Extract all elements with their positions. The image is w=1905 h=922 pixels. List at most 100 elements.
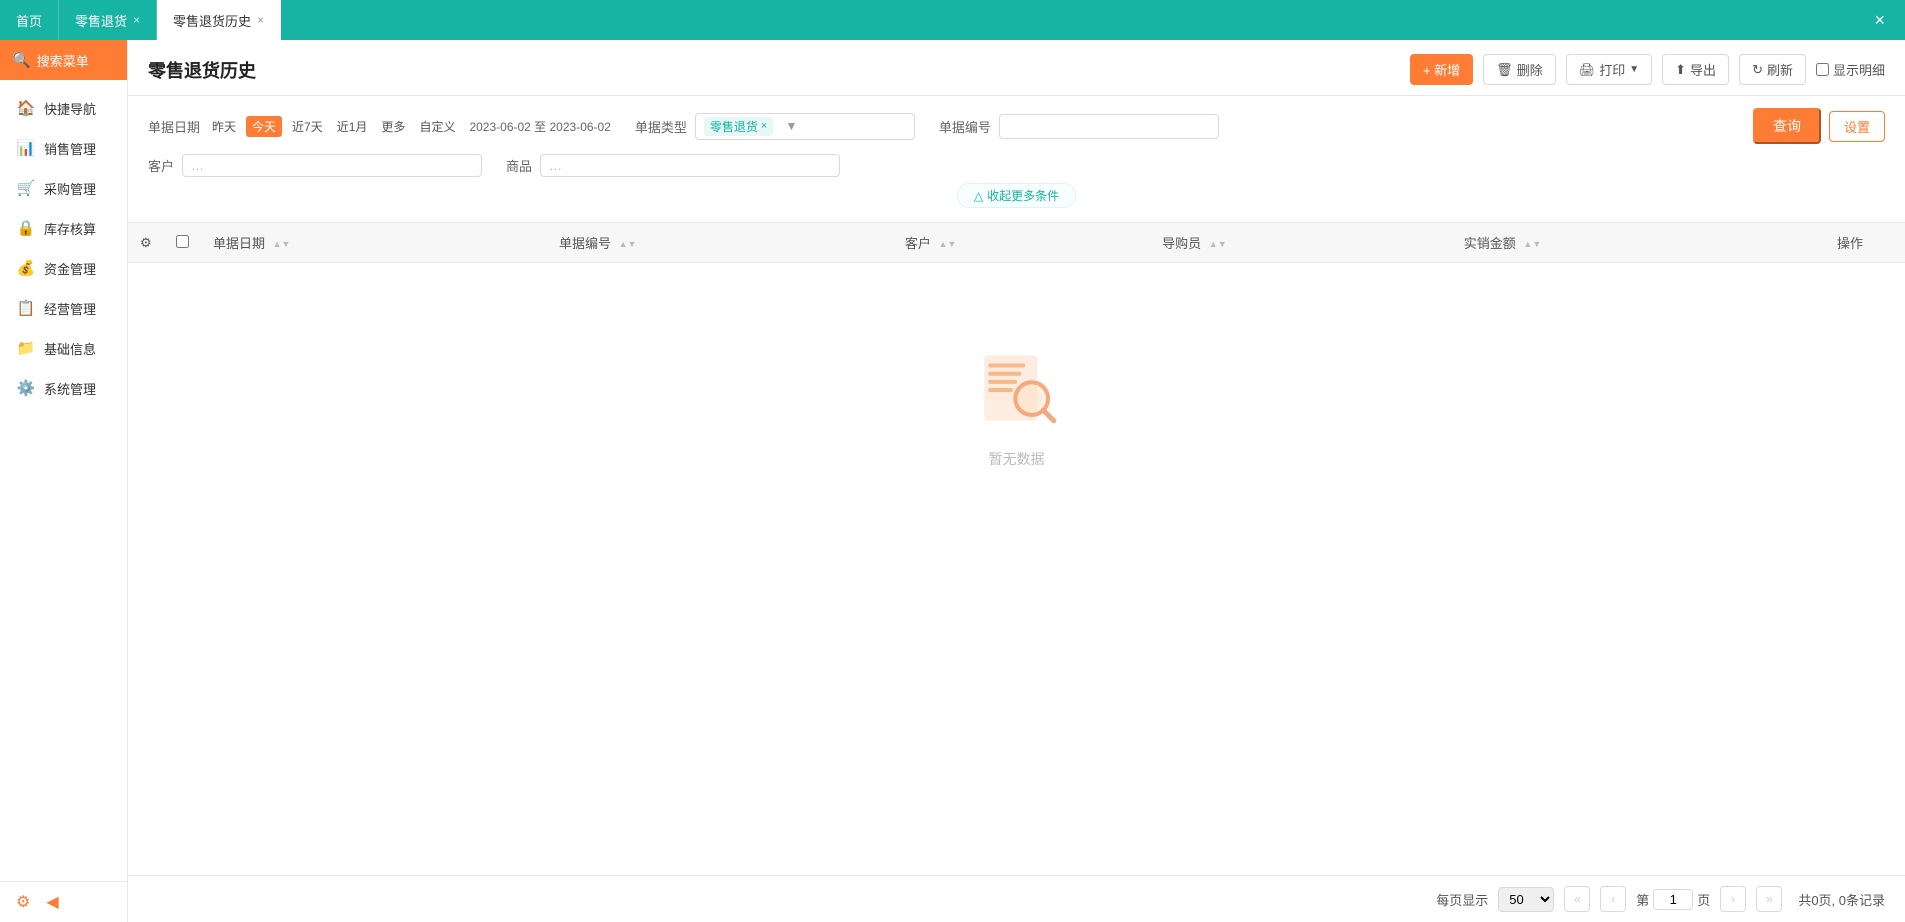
sidebar-item-sales-label: 销售管理 <box>44 139 96 158</box>
delete-button[interactable]: 🗑 删除 <box>1483 54 1556 85</box>
last-page-button[interactable]: » <box>1756 886 1782 912</box>
th-checkbox[interactable] <box>164 223 201 263</box>
query-action-group: 查询 设置 <box>1753 108 1885 144</box>
page-size-label: 每页显示 <box>1436 890 1488 909</box>
th-customer-label: 客户 <box>905 236 931 251</box>
settings-bottom-icon[interactable]: ⚙ <box>16 892 30 912</box>
settings-button[interactable]: 设置 <box>1829 111 1885 142</box>
voucher-type-filter-label: 单据类型 <box>635 117 687 136</box>
sidebar-item-operations[interactable]: 📋 经营管理 <box>0 288 127 328</box>
sidebar-item-sales-mgmt[interactable]: 📊 销售管理 <box>0 128 127 168</box>
tab-retail-return-label: 零售退货 <box>75 11 127 30</box>
date-filter-label: 单据日期 <box>148 117 200 136</box>
th-date-label: 单据日期 <box>213 236 265 251</box>
page-size-select[interactable]: 50 100 200 <box>1498 887 1554 912</box>
goods-filter-label: 商品 <box>506 156 532 175</box>
goods-filter-item: 商品 … <box>506 154 840 177</box>
th-no[interactable]: 单据编号 ▲▼ <box>547 223 893 263</box>
goods-input-placeholder: … <box>549 158 562 173</box>
export-button[interactable]: ⬆ 导出 <box>1662 54 1729 85</box>
refresh-button[interactable]: ↻ 刷新 <box>1739 54 1806 85</box>
export-icon: ⬆ <box>1675 62 1686 78</box>
th-customer[interactable]: 客户 ▲▼ <box>893 223 1150 263</box>
empty-state-cell: 暂无数据 <box>128 263 1905 550</box>
tab-home[interactable]: 首页 <box>0 0 59 40</box>
filter-row-2: 客户 … 商品 … <box>148 154 1885 177</box>
quick-nav-icon: 🏠 <box>16 98 36 118</box>
date-btn-more[interactable]: 更多 <box>377 116 409 137</box>
column-settings-icon[interactable]: ⚙ <box>140 235 152 250</box>
delete-label: 删除 <box>1517 60 1543 79</box>
collapse-sidebar-icon[interactable]: ◀ <box>46 892 58 912</box>
sales-icon: 📊 <box>16 138 36 158</box>
tab-retail-return[interactable]: 零售退货 × <box>59 0 157 40</box>
sidebar-item-inventory-label: 库存核算 <box>44 219 96 238</box>
date-btn-yesterday[interactable]: 昨天 <box>208 116 240 137</box>
th-guide[interactable]: 导购员 ▲▼ <box>1150 223 1452 263</box>
first-page-button[interactable]: « <box>1564 886 1590 912</box>
sidebar-item-system-mgmt[interactable]: ⚙️ 系统管理 <box>0 368 127 408</box>
filter-row-1: 单据日期 昨天 今天 近7天 近1月 更多 自定义 2023-06-02 至 2… <box>148 108 1885 144</box>
date-btn-custom[interactable]: 自定义 <box>415 116 459 137</box>
voucher-type-tag-close[interactable]: × <box>761 120 767 132</box>
date-btn-1month[interactable]: 近1月 <box>333 116 372 137</box>
th-no-label: 单据编号 <box>559 236 611 251</box>
sidebar-item-basic-info[interactable]: 📁 基础信息 <box>0 328 127 368</box>
customer-filter-item: 客户 … <box>148 154 482 177</box>
customer-input[interactable]: … <box>182 154 482 177</box>
tab-retail-return-close[interactable]: × <box>133 13 140 27</box>
customer-filter-label: 客户 <box>148 156 174 175</box>
th-actions-label: 操作 <box>1837 236 1863 251</box>
page-input-wrap: 第 页 <box>1636 889 1710 910</box>
print-dropdown-icon: ▼ <box>1629 64 1639 75</box>
th-settings[interactable]: ⚙ <box>128 223 164 263</box>
th-actions: 操作 <box>1825 223 1905 263</box>
show-detail-checkbox[interactable] <box>1816 63 1829 76</box>
sidebar-item-finance[interactable]: 💰 资金管理 <box>0 248 127 288</box>
sidebar-item-inventory[interactable]: 🔒 库存核算 <box>0 208 127 248</box>
empty-state-text: 暂无数据 <box>989 449 1045 469</box>
refresh-icon: ↻ <box>1752 62 1763 78</box>
sidebar-item-purchase-mgmt[interactable]: 🛒 采购管理 <box>0 168 127 208</box>
table-header-row: ⚙ 单据日期 ▲▼ 单据编号 ▲▼ <box>128 223 1905 263</box>
finance-icon: 💰 <box>16 258 36 278</box>
th-date[interactable]: 单据日期 ▲▼ <box>201 223 547 263</box>
date-range-display: 2023-06-02 至 2023-06-02 <box>469 118 610 135</box>
tab-retail-return-history-close[interactable]: × <box>257 13 264 27</box>
voucher-type-tag-text: 零售退货 <box>710 118 758 135</box>
next-page-button[interactable]: › <box>1720 886 1746 912</box>
sidebar-item-quick-nav[interactable]: 🏠 快捷导航 <box>0 88 127 128</box>
voucher-type-input[interactable]: 零售退货 × ▼ <box>695 113 915 140</box>
show-detail-checkbox-label[interactable]: 显示明细 <box>1816 60 1885 79</box>
pagination-bar: 每页显示 50 100 200 « ‹ 第 页 › » 共0页, 0条记录 <box>128 875 1905 922</box>
voucher-type-dropdown-icon[interactable]: ▼ <box>777 119 797 133</box>
th-guide-sort: ▲▼ <box>1209 240 1227 249</box>
voucher-type-tag: 零售退货 × <box>704 117 773 136</box>
goods-input[interactable]: … <box>540 154 840 177</box>
date-btn-today[interactable]: 今天 <box>246 116 282 137</box>
page-number-input[interactable] <box>1653 889 1693 910</box>
th-date-sort: ▲▼ <box>273 240 291 249</box>
select-all-checkbox[interactable] <box>176 235 189 248</box>
delete-icon: 🗑 <box>1496 62 1513 78</box>
window-close-button[interactable]: × <box>1874 11 1885 29</box>
system-mgmt-icon: ⚙️ <box>16 378 36 398</box>
new-button[interactable]: + 新增 <box>1410 54 1473 85</box>
th-amount[interactable]: 实销金额 ▲▼ <box>1452 223 1825 263</box>
voucher-no-input[interactable] <box>999 114 1219 139</box>
purchase-icon: 🛒 <box>16 178 36 198</box>
filter-area: 单据日期 昨天 今天 近7天 近1月 更多 自定义 2023-06-02 至 2… <box>128 96 1905 223</box>
collapse-button[interactable]: △ 收起更多条件 <box>957 183 1076 208</box>
voucher-no-filter-label: 单据编号 <box>939 117 991 136</box>
prev-page-button[interactable]: ‹ <box>1600 886 1626 912</box>
main-layout: 🔍 搜索菜单 🏠 快捷导航 📊 销售管理 🛒 采购管理 🔒 库存核算 💰 <box>0 40 1905 922</box>
print-button[interactable]: 🖨 打印 ▼ <box>1566 54 1652 85</box>
search-menu-button[interactable]: 🔍 搜索菜单 <box>0 40 127 80</box>
date-btn-7days[interactable]: 近7天 <box>288 116 327 137</box>
query-button[interactable]: 查询 <box>1753 108 1821 144</box>
tab-retail-return-history[interactable]: 零售退货历史 × <box>157 0 281 40</box>
page-header: 零售退货历史 + 新增 🗑 删除 🖨 打印 ▼ ⬆ 导出 ↻ <box>128 40 1905 96</box>
sidebar-item-purchase-label: 采购管理 <box>44 179 96 198</box>
sidebar-item-basic-info-label: 基础信息 <box>44 339 96 358</box>
sidebar-item-operations-label: 经营管理 <box>44 299 96 318</box>
